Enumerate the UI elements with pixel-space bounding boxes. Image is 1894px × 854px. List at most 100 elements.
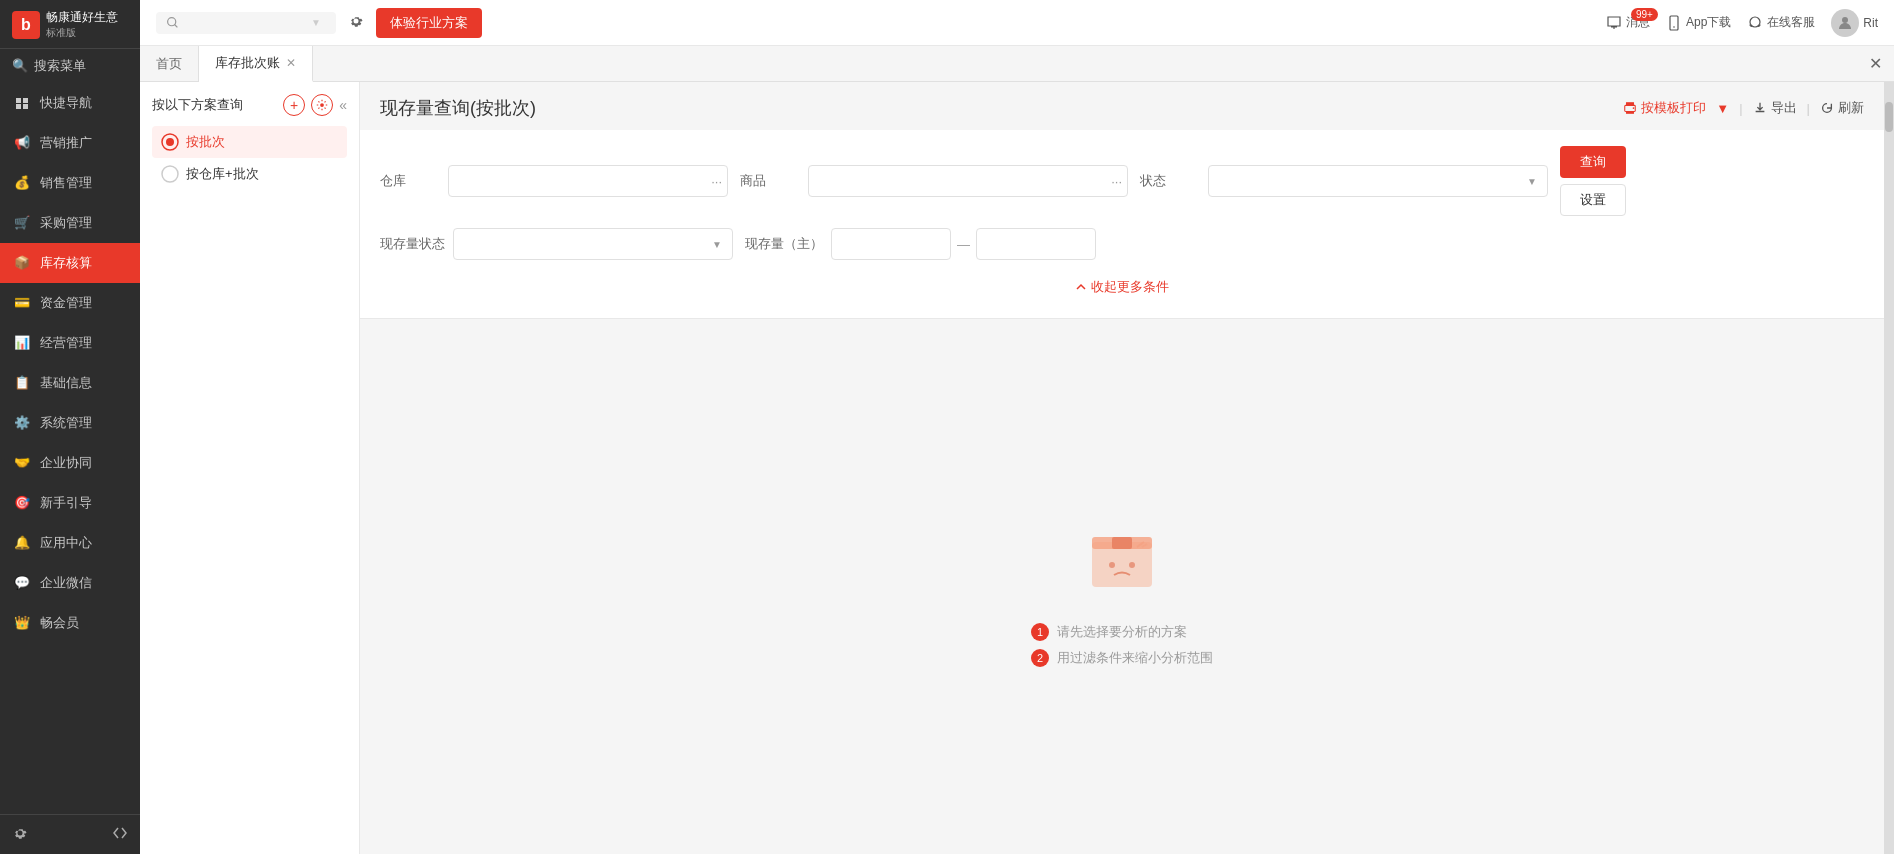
page-title: 现存量查询(按批次) xyxy=(380,96,536,120)
status-caret-icon: ▼ xyxy=(1527,176,1537,187)
sidebar-item-label: 基础信息 xyxy=(40,374,92,392)
marketing-icon: 📢 xyxy=(12,133,32,153)
sidebar-item-enterprise[interactable]: 🤝 企业协同 xyxy=(0,443,140,483)
scheme-by-warehouse-batch[interactable]: 按仓库+批次 xyxy=(152,158,347,190)
search-icon: 🔍 xyxy=(12,58,28,73)
content-area: 按以下方案查询 + « 按批次 xyxy=(140,82,1894,854)
sidebar-item-label: 快捷导航 xyxy=(40,94,92,112)
tabbar-close-all-btn[interactable]: ✕ xyxy=(1857,54,1894,73)
sidebar-item-wechat[interactable]: 💬 企业微信 xyxy=(0,563,140,603)
scheme-by-warehouse-batch-label: 按仓库+批次 xyxy=(186,165,259,183)
warehouse-input[interactable] xyxy=(448,165,728,197)
message-btn[interactable]: 消息 99+ xyxy=(1606,14,1650,31)
sidebar-item-label: 销售管理 xyxy=(40,174,92,192)
tab-home[interactable]: 首页 xyxy=(140,46,199,82)
sidebar-nav: 快捷导航 📢 营销推广 💰 销售管理 🛒 采购管理 📦 库存核算 💳 资金管理 … xyxy=(0,83,140,814)
hint-item-1: 1 请先选择要分析的方案 xyxy=(1031,623,1213,641)
panel-actions: + « xyxy=(283,94,347,116)
filter-row-1: 仓库 ··· 商品 ··· xyxy=(380,146,1864,216)
topbar-search-box[interactable]: ▼ xyxy=(156,12,336,34)
sidebar-item-finance[interactable]: 💳 资金管理 xyxy=(0,283,140,323)
sidebar-search[interactable]: 🔍 搜索菜单 xyxy=(0,49,140,83)
product-input[interactable] xyxy=(808,165,1128,197)
scheme-by-batch[interactable]: 按批次 xyxy=(152,126,347,158)
footer-collapse-btn[interactable] xyxy=(112,825,128,844)
sidebar-item-label: 经营管理 xyxy=(40,334,92,352)
sidebar-item-appstore[interactable]: 🔔 应用中心 xyxy=(0,523,140,563)
wechat-icon: 💬 xyxy=(12,573,32,593)
app-download-btn[interactable]: App下载 xyxy=(1666,14,1731,31)
hint-text-1: 请先选择要分析的方案 xyxy=(1057,623,1187,641)
scheme-by-batch-label: 按批次 xyxy=(186,133,225,151)
topbar-search-input[interactable] xyxy=(185,16,305,30)
status-select[interactable]: ▼ xyxy=(1208,165,1548,197)
experience-industry-btn[interactable]: 体验行业方案 xyxy=(376,8,482,38)
sidebar-item-sales[interactable]: 💰 销售管理 xyxy=(0,163,140,203)
stock-main-from-input[interactable] xyxy=(831,228,951,260)
hint-text-2: 用过滤条件来缩小分析范围 xyxy=(1057,649,1213,667)
scrollbar-thumb xyxy=(1885,102,1893,132)
app-logo: b 畅康通好生意 标准版 xyxy=(12,10,128,40)
stock-status-caret-icon: ▼ xyxy=(712,239,722,250)
empty-state: 1 请先选择要分析的方案 2 用过滤条件来缩小分析范围 xyxy=(360,319,1884,854)
avatar xyxy=(1831,9,1859,37)
sidebar-item-newbie[interactable]: 🎯 新手引导 xyxy=(0,483,140,523)
topbar-gear-btn[interactable] xyxy=(348,13,364,33)
add-scheme-btn[interactable]: + xyxy=(283,94,305,116)
member-icon: 👑 xyxy=(12,613,32,633)
sidebar-item-label: 系统管理 xyxy=(40,414,92,432)
sidebar-item-label: 采购管理 xyxy=(40,214,92,232)
message-badge: 99+ xyxy=(1631,8,1658,21)
tab-close-btn[interactable]: ✕ xyxy=(286,57,296,69)
sidebar: b 畅康通好生意 标准版 🔍 搜索菜单 快捷导航 📢 营销推广 💰 销售管理 xyxy=(0,0,140,854)
app-version: 标准版 xyxy=(46,26,118,40)
sidebar-item-label: 企业协同 xyxy=(40,454,92,472)
warehouse-more-btn[interactable]: ··· xyxy=(711,174,722,189)
sidebar-item-label: 企业微信 xyxy=(40,574,92,592)
stock-main-label: 现存量（主） xyxy=(745,235,823,253)
filter-settings-btn[interactable]: 设置 xyxy=(1560,184,1626,216)
product-label: 商品 xyxy=(740,172,800,190)
tab-batch-account[interactable]: 库存批次账 ✕ xyxy=(199,46,313,82)
sidebar-item-basic[interactable]: 📋 基础信息 xyxy=(0,363,140,403)
newbie-icon: 🎯 xyxy=(12,493,32,513)
filter-area: 仓库 ··· 商品 ··· xyxy=(360,130,1884,319)
export-btn[interactable]: 导出 xyxy=(1753,99,1797,117)
svg-line-1 xyxy=(175,25,178,28)
scheme-active-icon xyxy=(160,132,180,152)
stock-status-select[interactable]: ▼ xyxy=(453,228,733,260)
status-label: 状态 xyxy=(1140,172,1200,190)
user-avatar-area[interactable]: Rit xyxy=(1831,9,1878,37)
query-btn[interactable]: 查询 xyxy=(1560,146,1626,178)
empty-hints: 1 请先选择要分析的方案 2 用过滤条件来缩小分析范围 xyxy=(1031,623,1213,667)
refresh-icon xyxy=(1820,101,1834,115)
refresh-btn[interactable]: 刷新 xyxy=(1820,99,1864,117)
panel-header: 按以下方案查询 + « xyxy=(152,94,347,116)
filter-row-2: 现存量状态 ▼ 现存量（主） — xyxy=(380,228,1864,260)
svg-point-4 xyxy=(1750,17,1760,27)
print-template-btn[interactable]: 按模板打印 xyxy=(1623,99,1706,117)
sidebar-item-member[interactable]: 👑 畅会员 xyxy=(0,603,140,643)
footer-settings-btn[interactable] xyxy=(12,825,28,844)
filter-collapse-btn[interactable]: 收起更多条件 xyxy=(380,272,1864,302)
sidebar-item-system[interactable]: ⚙️ 系统管理 xyxy=(0,403,140,443)
right-scrollbar[interactable] xyxy=(1884,82,1894,854)
customer-service-btn[interactable]: 在线客服 xyxy=(1747,14,1815,31)
sidebar-item-marketing[interactable]: 📢 营销推广 xyxy=(0,123,140,163)
sidebar-item-inventory[interactable]: 📦 库存核算 xyxy=(0,243,140,283)
app-name: 畅康通好生意 xyxy=(46,10,118,26)
enterprise-icon: 🤝 xyxy=(12,453,32,473)
sidebar-item-quick-nav[interactable]: 快捷导航 xyxy=(0,83,140,123)
panel-collapse-btn[interactable]: « xyxy=(339,97,347,113)
sidebar-item-purchase[interactable]: 🛒 采购管理 xyxy=(0,203,140,243)
svg-rect-2 xyxy=(1670,16,1678,30)
product-more-btn[interactable]: ··· xyxy=(1111,174,1122,189)
scheme-settings-btn[interactable] xyxy=(311,94,333,116)
sales-icon: 💰 xyxy=(12,173,32,193)
stock-main-to-input[interactable] xyxy=(976,228,1096,260)
print-dropdown-icon[interactable]: ▼ xyxy=(1716,101,1729,116)
topbar-search-icon xyxy=(166,16,179,29)
app-download-label: App下载 xyxy=(1686,14,1731,31)
hint-item-2: 2 用过滤条件来缩小分析范围 xyxy=(1031,649,1213,667)
sidebar-item-operations[interactable]: 📊 经营管理 xyxy=(0,323,140,363)
